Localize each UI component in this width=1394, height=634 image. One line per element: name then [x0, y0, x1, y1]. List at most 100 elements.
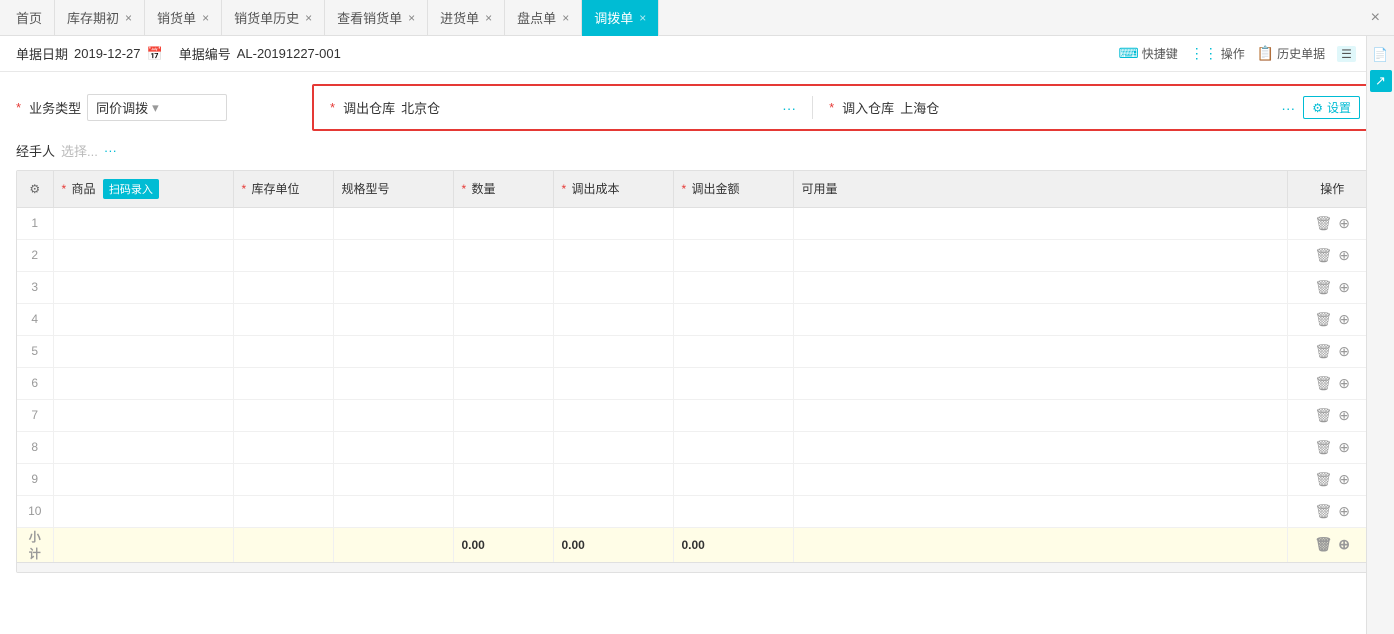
- tab-purchase[interactable]: 进货单 ×: [428, 0, 505, 36]
- row-qty[interactable]: [453, 399, 553, 431]
- copy-icon[interactable]: ⊕: [1338, 503, 1350, 520]
- row-unit[interactable]: [233, 431, 333, 463]
- copy-icon[interactable]: ⊕: [1338, 439, 1350, 456]
- person-more-btn[interactable]: ···: [104, 143, 117, 158]
- tab-inventory-init[interactable]: 库存期初 ×: [55, 0, 145, 36]
- row-spec[interactable]: [333, 495, 453, 527]
- row-spec[interactable]: [333, 303, 453, 335]
- row-amount[interactable]: [673, 367, 793, 399]
- row-unit[interactable]: [233, 335, 333, 367]
- delete-icon[interactable]: 🗑: [1314, 279, 1332, 296]
- close-tab-transfer[interactable]: ×: [639, 11, 646, 25]
- row-goods[interactable]: [53, 431, 233, 463]
- close-tab-sales-order[interactable]: ×: [202, 11, 209, 25]
- delete-icon[interactable]: 🗑: [1314, 503, 1332, 520]
- close-tab-sales-history[interactable]: ×: [305, 11, 312, 25]
- row-qty[interactable]: [453, 431, 553, 463]
- calendar-icon[interactable]: 📅: [147, 46, 163, 62]
- close-tab-inventory-init[interactable]: ×: [125, 11, 132, 25]
- tab-inventory-check[interactable]: 盘点单 ×: [505, 0, 582, 36]
- copy-icon[interactable]: ⊕: [1338, 407, 1350, 424]
- row-amount[interactable]: [673, 399, 793, 431]
- transfer-in-value[interactable]: 上海仓: [900, 98, 939, 117]
- row-amount[interactable]: [673, 239, 793, 271]
- row-goods[interactable]: [53, 207, 233, 239]
- row-unit[interactable]: [233, 271, 333, 303]
- row-cost[interactable]: [553, 431, 673, 463]
- row-amount[interactable]: [673, 271, 793, 303]
- table-gear-icon[interactable]: ⚙: [29, 182, 40, 196]
- tab-home[interactable]: 首页: [4, 0, 55, 36]
- row-goods[interactable]: [53, 335, 233, 367]
- row-goods[interactable]: [53, 271, 233, 303]
- shortcuts-btn[interactable]: ⌨ 快捷键: [1118, 45, 1177, 62]
- scan-btn[interactable]: 扫码录入: [103, 179, 159, 199]
- row-qty[interactable]: [453, 239, 553, 271]
- transfer-out-more-btn[interactable]: ···: [782, 100, 796, 116]
- row-cost[interactable]: [553, 463, 673, 495]
- delete-icon[interactable]: 🗑: [1314, 375, 1332, 392]
- row-amount[interactable]: [673, 431, 793, 463]
- delete-icon[interactable]: 🗑: [1314, 439, 1332, 456]
- row-cost[interactable]: [553, 495, 673, 527]
- row-unit[interactable]: [233, 399, 333, 431]
- row-amount[interactable]: [673, 495, 793, 527]
- row-unit[interactable]: [233, 239, 333, 271]
- row-spec[interactable]: [333, 399, 453, 431]
- side-doc-btn[interactable]: 📄: [1370, 44, 1392, 66]
- row-unit[interactable]: [233, 463, 333, 495]
- row-unit[interactable]: [233, 207, 333, 239]
- delete-icon[interactable]: 🗑: [1314, 471, 1332, 488]
- copy-icon[interactable]: ⊕: [1338, 215, 1350, 232]
- row-qty[interactable]: [453, 463, 553, 495]
- delete-icon[interactable]: 🗑: [1314, 215, 1332, 232]
- row-cost[interactable]: [553, 271, 673, 303]
- delete-icon[interactable]: 🗑: [1314, 536, 1332, 553]
- copy-icon[interactable]: ⊕: [1338, 279, 1350, 296]
- row-goods[interactable]: [53, 239, 233, 271]
- row-spec[interactable]: [333, 367, 453, 399]
- tab-sales-order[interactable]: 销货单 ×: [145, 0, 222, 36]
- delete-icon[interactable]: 🗑: [1314, 311, 1332, 328]
- row-goods[interactable]: [53, 463, 233, 495]
- copy-icon[interactable]: ⊕: [1338, 247, 1350, 264]
- table-scroll[interactable]: ⚙ * 商品 扫码录入 * 库存单位 规格型号: [17, 171, 1377, 562]
- row-goods[interactable]: [53, 527, 233, 562]
- row-cost[interactable]: [553, 207, 673, 239]
- row-qty[interactable]: [453, 335, 553, 367]
- row-cost[interactable]: [553, 335, 673, 367]
- row-qty[interactable]: [453, 367, 553, 399]
- row-spec[interactable]: [333, 207, 453, 239]
- layout-btn-1[interactable]: ☰: [1337, 46, 1356, 62]
- row-amount[interactable]: [673, 207, 793, 239]
- delete-icon[interactable]: 🗑: [1314, 407, 1332, 424]
- copy-icon[interactable]: ⊕: [1338, 375, 1350, 392]
- delete-icon[interactable]: 🗑: [1314, 343, 1332, 360]
- row-goods[interactable]: [53, 495, 233, 527]
- row-spec[interactable]: [333, 239, 453, 271]
- row-goods[interactable]: [53, 367, 233, 399]
- copy-icon[interactable]: ⊕: [1338, 343, 1350, 360]
- row-spec[interactable]: [333, 431, 453, 463]
- row-cost[interactable]: [553, 303, 673, 335]
- row-amount[interactable]: [673, 303, 793, 335]
- row-goods[interactable]: [53, 399, 233, 431]
- row-unit[interactable]: [233, 367, 333, 399]
- row-amount[interactable]: [673, 463, 793, 495]
- row-amount[interactable]: [673, 335, 793, 367]
- copy-icon[interactable]: ⊕: [1338, 536, 1350, 553]
- settings-btn[interactable]: ⚙ 设置: [1303, 96, 1360, 119]
- tab-transfer[interactable]: 调拨单 ×: [582, 0, 659, 36]
- row-unit[interactable]: [233, 303, 333, 335]
- row-cost[interactable]: [553, 239, 673, 271]
- row-goods[interactable]: [53, 303, 233, 335]
- transfer-in-more-btn[interactable]: ···: [1281, 100, 1295, 116]
- row-qty[interactable]: [453, 207, 553, 239]
- copy-icon[interactable]: ⊕: [1338, 471, 1350, 488]
- row-unit[interactable]: [233, 495, 333, 527]
- side-export-btn[interactable]: ↗: [1370, 70, 1392, 92]
- transfer-out-value[interactable]: 北京仓: [401, 98, 440, 117]
- close-tab-inventory-check[interactable]: ×: [562, 11, 569, 25]
- history-btn[interactable]: 📋 历史单据: [1257, 45, 1325, 62]
- row-spec[interactable]: [333, 271, 453, 303]
